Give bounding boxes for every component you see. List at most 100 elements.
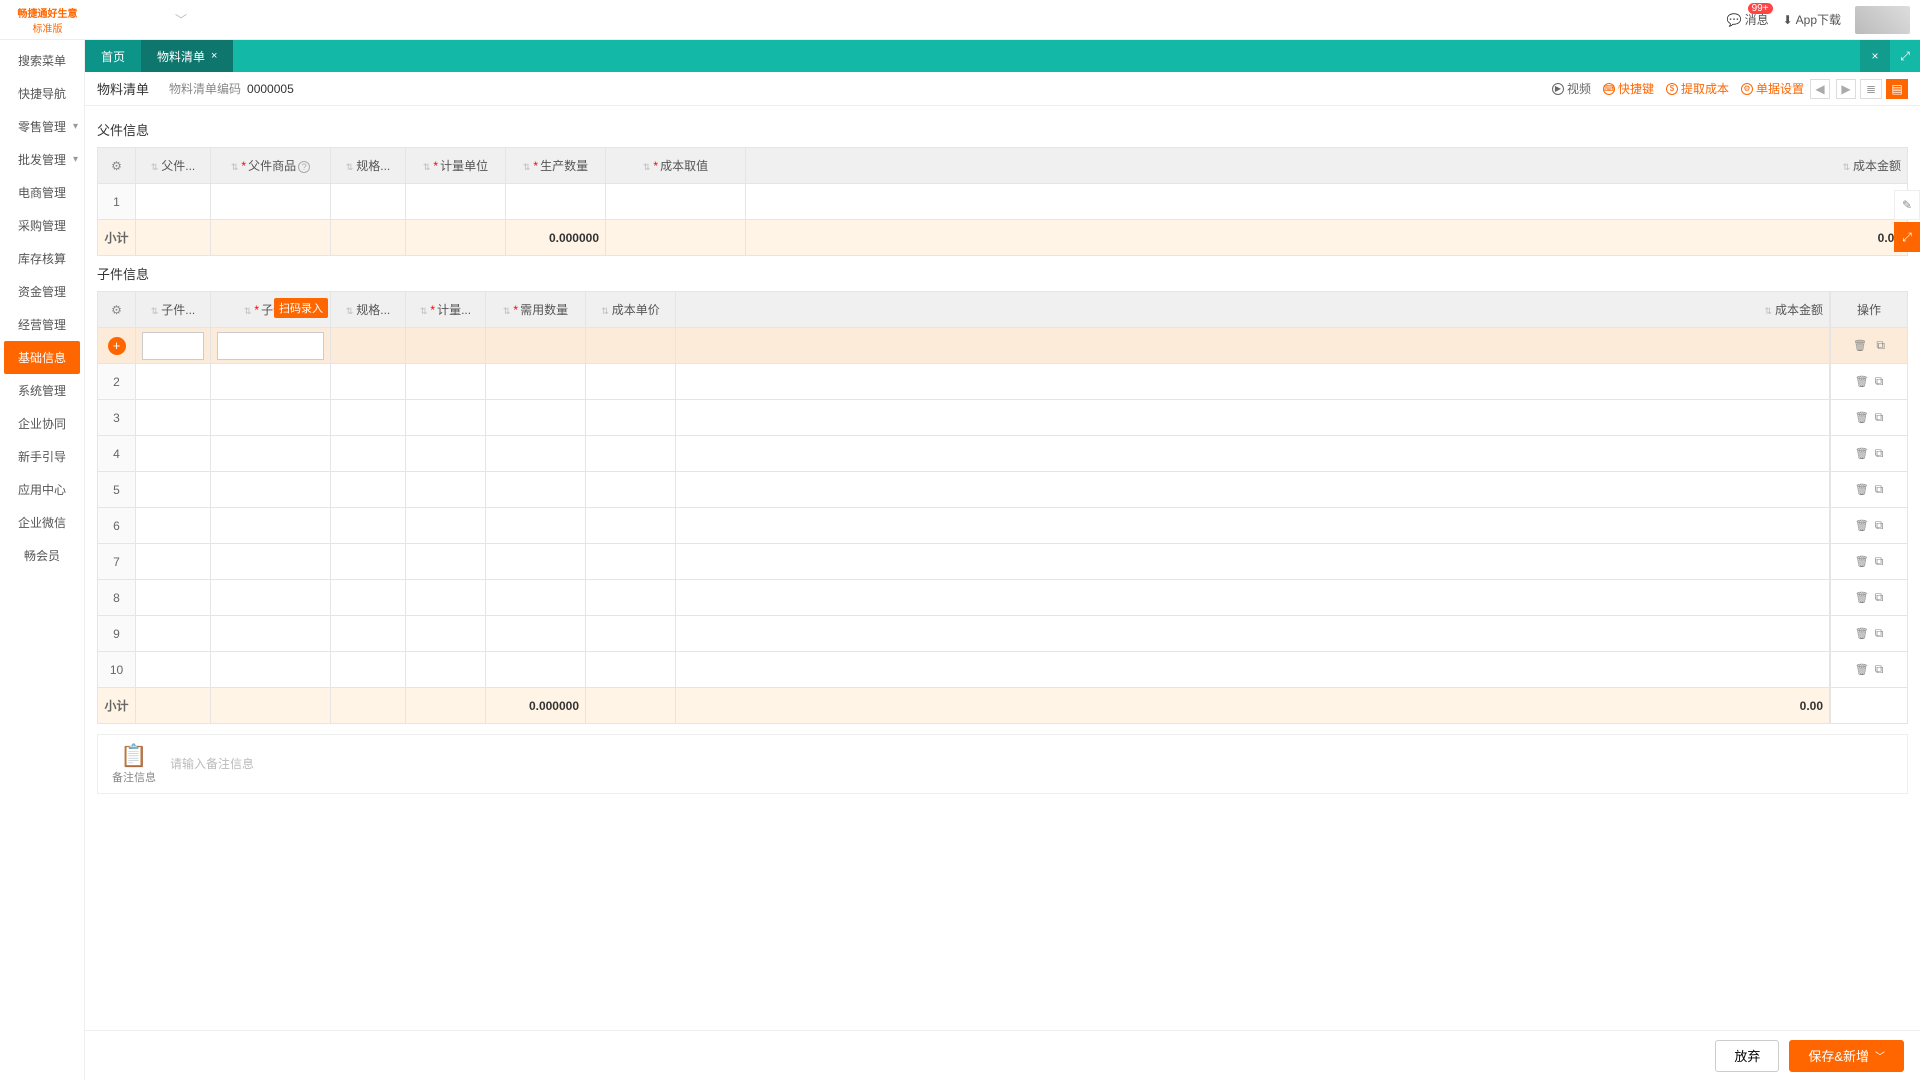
- child-row[interactable]: 4: [98, 436, 1830, 472]
- child-row-index: 7: [98, 544, 136, 580]
- app-download-button[interactable]: App下载: [1783, 11, 1841, 28]
- logo-text-1: 畅捷通好生意: [18, 5, 78, 20]
- delete-row-icon[interactable]: [1855, 554, 1869, 568]
- delete-row-icon[interactable]: [1853, 338, 1867, 352]
- delete-row-icon[interactable]: [1855, 590, 1869, 604]
- remark-input[interactable]: [170, 757, 1895, 771]
- child-col-product[interactable]: ⇅*子件商扫码录入: [211, 292, 331, 328]
- sidebar-item[interactable]: 新手引导: [0, 440, 84, 473]
- child-col-amt[interactable]: ⇅成本金额: [676, 292, 1830, 328]
- sidebar-item[interactable]: 资金管理: [0, 275, 84, 308]
- copy-row-icon[interactable]: [1875, 626, 1884, 640]
- scan-input-tag[interactable]: 扫码录入: [274, 298, 328, 318]
- parent-row-1[interactable]: 1: [98, 184, 1908, 220]
- sidebar-item[interactable]: 库存核算: [0, 242, 84, 275]
- parent-col-costsrc[interactable]: ⇅*成本取值: [606, 148, 746, 184]
- sidebar-item[interactable]: 零售管理▾: [0, 110, 84, 143]
- sidebar-item[interactable]: 畅会员: [0, 539, 84, 572]
- sidebar-item[interactable]: 搜索菜单: [0, 44, 84, 77]
- sidebar-item[interactable]: 企业协同: [0, 407, 84, 440]
- child-row[interactable]: 9: [98, 616, 1830, 652]
- sidebar-item[interactable]: 电商管理: [0, 176, 84, 209]
- copy-row-icon[interactable]: [1875, 590, 1884, 604]
- sidebar-item[interactable]: 基础信息: [4, 341, 80, 374]
- video-link[interactable]: ▶视频: [1552, 80, 1591, 97]
- messages-button[interactable]: 消息 99+: [1727, 11, 1769, 28]
- float-edit-button[interactable]: [1894, 190, 1920, 220]
- child-col-qty[interactable]: ⇅*需用数量: [486, 292, 586, 328]
- delete-row-icon[interactable]: [1855, 518, 1869, 532]
- tab-bom[interactable]: 物料清单 ×: [141, 40, 233, 72]
- copy-row-icon[interactable]: [1875, 482, 1884, 496]
- delete-row-icon[interactable]: [1855, 446, 1869, 460]
- shortcut-link[interactable]: ⌨快捷键: [1603, 80, 1654, 97]
- child-col-code[interactable]: ⇅子件...: [136, 292, 211, 328]
- add-row-icon[interactable]: +: [108, 337, 126, 355]
- sidebar-item[interactable]: 应用中心: [0, 473, 84, 506]
- help-icon[interactable]: ?: [298, 161, 310, 173]
- chevron-down-icon[interactable]: ﹀: [1875, 1048, 1885, 1063]
- view-form-button[interactable]: [1886, 79, 1908, 99]
- company-selector[interactable]: ﹀: [95, 11, 187, 28]
- copy-row-icon[interactable]: [1875, 374, 1884, 388]
- extract-cost-link[interactable]: $提取成本: [1666, 80, 1729, 97]
- sidebar-item[interactable]: 采购管理: [0, 209, 84, 242]
- copy-row-icon[interactable]: [1875, 662, 1884, 676]
- child-row[interactable]: 5: [98, 472, 1830, 508]
- user-avatar[interactable]: [1855, 6, 1910, 34]
- child-code-input[interactable]: [142, 332, 204, 360]
- child-col-gear[interactable]: [98, 292, 136, 328]
- copy-row-icon[interactable]: [1875, 446, 1884, 460]
- close-all-tabs-button[interactable]: ×: [1860, 40, 1890, 72]
- sidebar-item[interactable]: 企业微信: [0, 506, 84, 539]
- prev-doc-button[interactable]: ◀: [1810, 79, 1830, 99]
- child-row[interactable]: 6: [98, 508, 1830, 544]
- next-doc-button[interactable]: ▶: [1836, 79, 1856, 99]
- child-col-spec[interactable]: ⇅规格...: [331, 292, 406, 328]
- child-row[interactable]: 2: [98, 364, 1830, 400]
- view-list-button[interactable]: [1860, 79, 1882, 99]
- copy-row-icon[interactable]: [1875, 554, 1884, 568]
- sidebar-item[interactable]: 经营管理: [0, 308, 84, 341]
- child-subtotal-amt: 0.00: [676, 688, 1830, 724]
- copy-row-icon[interactable]: [1875, 518, 1884, 532]
- parent-col-costamt[interactable]: ⇅成本金额: [746, 148, 1908, 184]
- parent-col-qty[interactable]: ⇅*生产数量: [506, 148, 606, 184]
- child-row[interactable]: 8: [98, 580, 1830, 616]
- content-scroll[interactable]: 父件信息 ⇅父件... ⇅*父件商品? ⇅规格... ⇅*计量单位 ⇅*生产数量…: [85, 106, 1920, 1030]
- copy-row-icon[interactable]: [1876, 338, 1885, 352]
- delete-row-icon[interactable]: [1855, 374, 1869, 388]
- child-row-index: 3: [98, 400, 136, 436]
- sidebar-item[interactable]: 系统管理: [0, 374, 84, 407]
- child-row[interactable]: 7: [98, 544, 1830, 580]
- parent-row-index: 1: [98, 184, 136, 220]
- parent-col-product[interactable]: ⇅*父件商品?: [211, 148, 331, 184]
- child-product-input[interactable]: [217, 332, 324, 360]
- delete-row-icon[interactable]: [1855, 662, 1869, 676]
- fullscreen-button[interactable]: [1890, 40, 1920, 72]
- parent-col-unit[interactable]: ⇅*计量单位: [406, 148, 506, 184]
- child-row-active[interactable]: +: [98, 328, 1830, 364]
- sidebar-item[interactable]: 批发管理▾: [0, 143, 84, 176]
- child-col-price[interactable]: ⇅成本单价: [586, 292, 676, 328]
- parent-col-spec[interactable]: ⇅规格...: [331, 148, 406, 184]
- child-col-unit[interactable]: ⇅*计量...: [406, 292, 486, 328]
- doc-setting-link[interactable]: ⚙单据设置: [1741, 80, 1804, 97]
- child-row[interactable]: 3: [98, 400, 1830, 436]
- chevron-down-icon: ﹀: [175, 11, 187, 28]
- copy-row-icon[interactable]: [1875, 410, 1884, 424]
- add-row-cell[interactable]: +: [98, 328, 136, 364]
- close-icon[interactable]: ×: [211, 50, 217, 62]
- sidebar-item[interactable]: 快捷导航: [0, 77, 84, 110]
- discard-button[interactable]: 放弃: [1715, 1040, 1779, 1072]
- float-expand-button[interactable]: [1894, 222, 1920, 252]
- delete-row-icon[interactable]: [1855, 482, 1869, 496]
- ops-row: [1831, 400, 1908, 436]
- child-row[interactable]: 10: [98, 652, 1830, 688]
- delete-row-icon[interactable]: [1855, 410, 1869, 424]
- tab-home[interactable]: 首页: [85, 40, 141, 72]
- delete-row-icon[interactable]: [1855, 626, 1869, 640]
- parent-col-code[interactable]: ⇅父件...: [136, 148, 211, 184]
- parent-col-gear[interactable]: [98, 148, 136, 184]
- save-and-new-button[interactable]: 保存&新增﹀: [1789, 1040, 1904, 1072]
